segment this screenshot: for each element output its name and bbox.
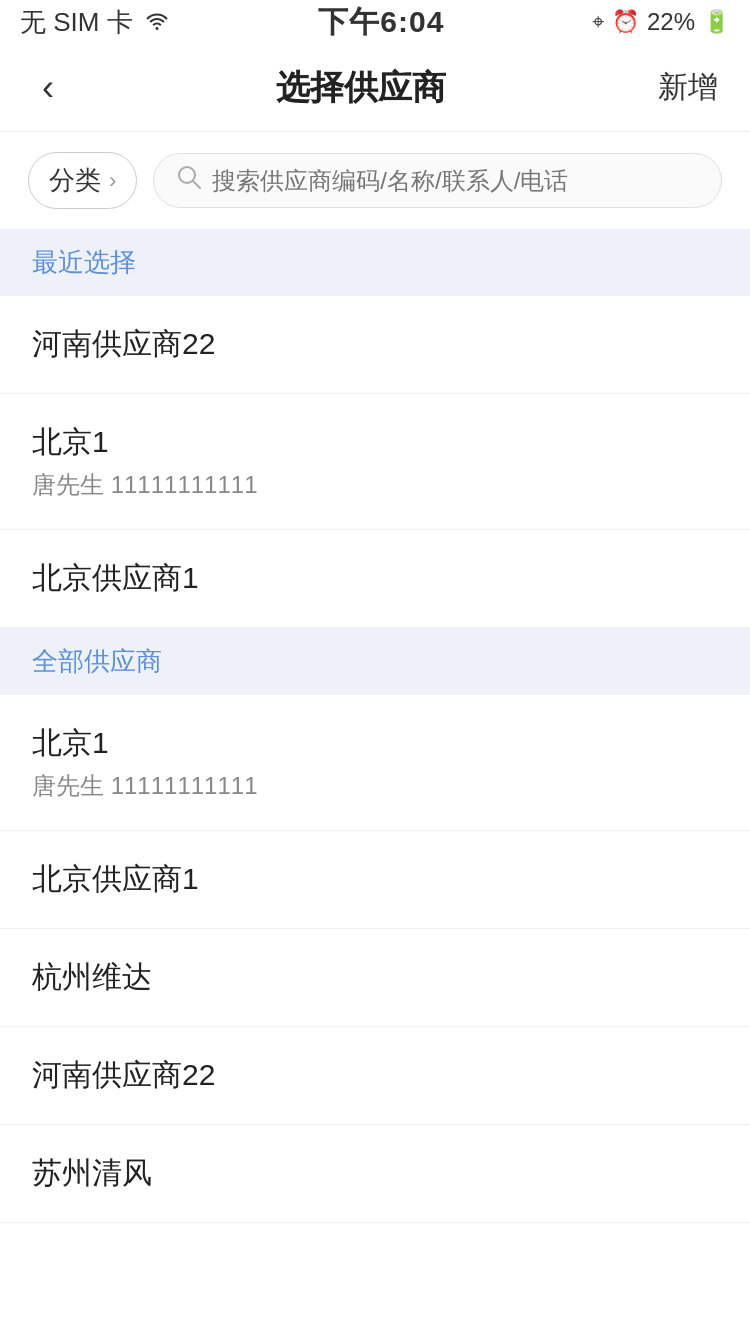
status-time: 下午6:04 [318,2,444,43]
recent-section-header: 最近选择 [0,229,750,296]
location-icon: ⌖ [592,9,604,35]
list-item[interactable]: 河南供应商22 [0,296,750,394]
list-item[interactable]: 杭州维达 [0,929,750,1027]
chevron-right-icon: › [109,168,116,194]
category-label: 分类 [49,163,101,198]
item-name: 杭州维达 [32,957,718,998]
item-name: 北京1 [32,723,718,764]
category-button[interactable]: 分类 › [28,152,137,209]
page-title: 选择供应商 [276,65,446,111]
item-sub: 唐先生 11111111111 [32,469,718,501]
item-name: 北京供应商1 [32,859,718,900]
list-item[interactable]: 苏州清风 [0,1125,750,1223]
add-button[interactable]: 新增 [658,67,718,108]
item-name: 河南供应商22 [32,1055,718,1096]
status-bar: 无 SIM 卡 下午6:04 ⌖ ⏰ 22% 🔋 [0,0,750,44]
battery-icon: 🔋 [703,9,730,35]
list-item[interactable]: 北京供应商1 [0,831,750,929]
search-input[interactable] [212,167,699,195]
back-icon: ‹ [42,67,54,108]
sim-status: 无 SIM 卡 [20,5,133,40]
list-item[interactable]: 北京供应商1 [0,530,750,628]
filter-bar: 分类 › [0,132,750,229]
search-box[interactable] [153,153,722,208]
wifi-icon [143,7,171,38]
search-icon [176,164,202,197]
nav-bar: ‹ 选择供应商 新增 [0,44,750,132]
item-sub: 唐先生 11111111111 [32,770,718,802]
status-left: 无 SIM 卡 [20,5,171,40]
list-item[interactable]: 北京1 唐先生 11111111111 [0,695,750,831]
all-list: 北京1 唐先生 11111111111 北京供应商1 杭州维达 河南供应商22 … [0,695,750,1223]
alarm-icon: ⏰ [612,9,639,35]
list-item[interactable]: 河南供应商22 [0,1027,750,1125]
item-name: 北京1 [32,422,718,463]
status-right: ⌖ ⏰ 22% 🔋 [592,8,730,36]
back-button[interactable]: ‹ [32,57,64,119]
list-item[interactable]: 北京1 唐先生 11111111111 [0,394,750,530]
item-name: 河南供应商22 [32,324,718,365]
battery-percent: 22% [647,8,695,36]
item-name: 北京供应商1 [32,558,718,599]
all-section-header: 全部供应商 [0,628,750,695]
svg-line-1 [193,181,200,188]
recent-list: 河南供应商22 北京1 唐先生 11111111111 北京供应商1 [0,296,750,628]
item-name: 苏州清风 [32,1153,718,1194]
